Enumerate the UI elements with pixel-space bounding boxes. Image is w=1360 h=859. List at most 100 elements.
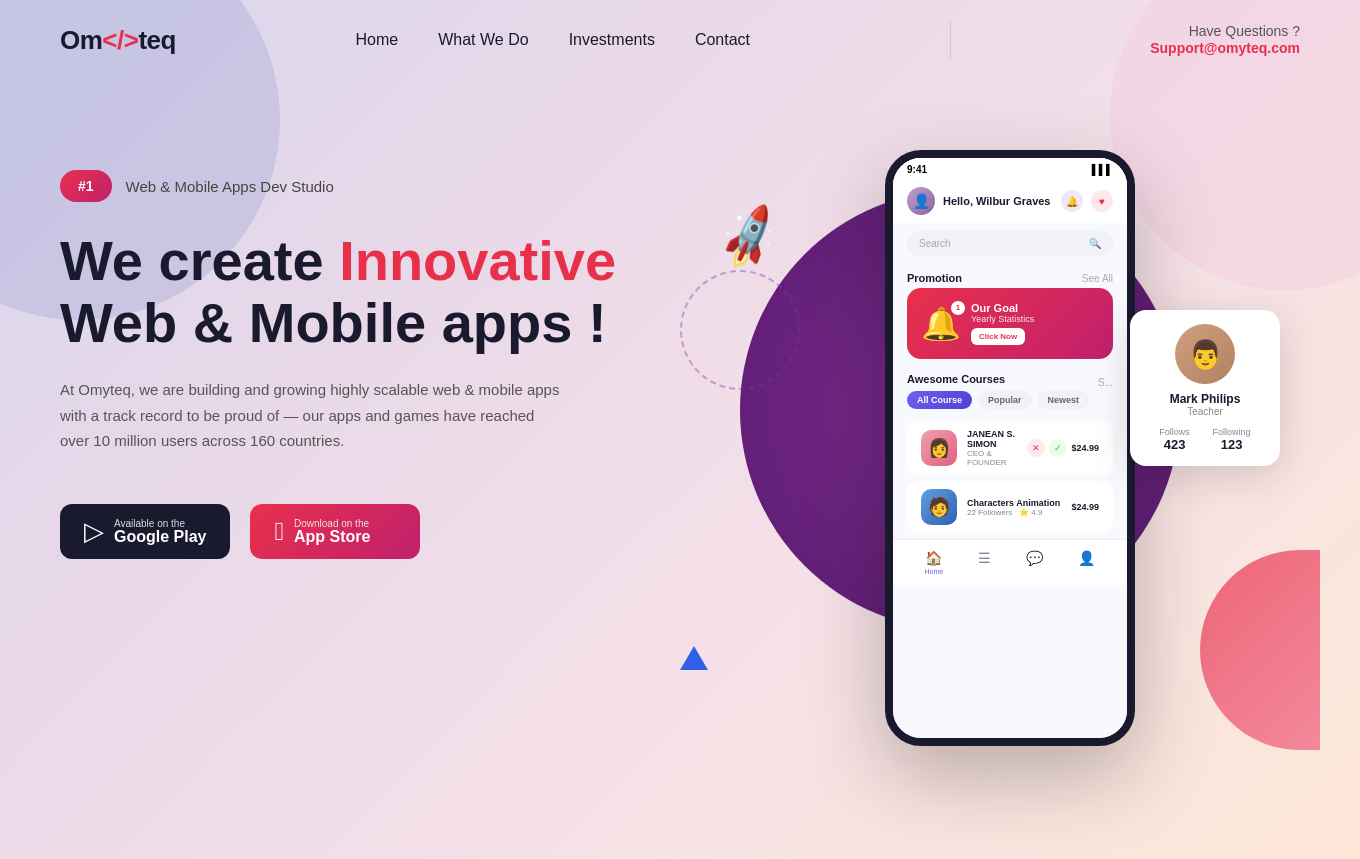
logo[interactable]: Om</>teq [60,25,176,56]
hero-left: #1 Web & Mobile Apps Dev Studio We creat… [60,110,620,559]
logo-brackets: </> [102,25,138,55]
app-store-label: Download on the App Store [294,518,370,545]
filter-popular[interactable]: Popular [978,391,1032,409]
phone-nav-home[interactable]: 🏠 Home [925,550,944,575]
course-price-2: $24.99 [1071,502,1099,512]
course-avatar-1: 👩 [921,430,957,466]
following-label: Following [1213,427,1251,437]
course-avatar-2: 🧑 [921,489,957,525]
phone-status-bar: 9:41 ▌▌▌ [893,158,1127,179]
search-icon: 🔍 [1089,238,1101,249]
phone-greeting-area: Hello, Wilbur Graves [943,195,1061,207]
see-all-link[interactable]: See All [1082,273,1113,284]
heart-icon: ♥ [1091,190,1113,212]
google-play-icon: ▷ [84,518,104,544]
awesome-courses-section: Awesome Courses S... All Course Popular … [893,369,1127,421]
promo-subtitle: Yearly Statistics [971,314,1034,324]
google-play-label: Available on the Google Play [114,518,206,545]
phone-screen: 9:41 ▌▌▌ 👤 Hello, Wilbur Graves 🔔 ♥ [893,158,1127,738]
awesome-courses-title: Awesome Courses [907,373,1005,385]
dashed-circle-decoration [680,270,800,390]
phone-chat-icon: 💬 [1026,550,1043,566]
phone-nav-chat[interactable]: 💬 [1026,550,1043,575]
google-play-label-big: Google Play [114,529,206,545]
filter-newest[interactable]: Newest [1038,391,1090,409]
apple-icon:  [274,518,284,544]
float-person-card: 👨 Mark Philips Teacher Follows 423 Follo… [1130,310,1280,466]
accept-button[interactable]: ✓ [1049,439,1067,457]
nav-what-we-do[interactable]: What We Do [438,31,528,48]
follows-stat: Follows 423 [1159,427,1190,452]
person-avatar: 👨 [1175,324,1235,384]
person-name: Mark Philips [1148,392,1262,406]
app-store-label-big: App Store [294,529,370,545]
phone-search-bar: Search 🔍 [907,231,1113,256]
phone-greeting-text: Hello, Wilbur Graves [943,195,1061,207]
reject-button[interactable]: ✕ [1027,439,1045,457]
notification-bell-icon: 🔔 [1061,190,1083,212]
title-before: We create [60,229,339,292]
phone-header: 👤 Hello, Wilbur Graves 🔔 ♥ [893,179,1127,223]
course-info-2: Characters Animation 22 Followers ⭐ 4.9 [967,498,1061,517]
course-sub-1: CEO & FOUNDER [967,449,1017,467]
course-name-1: JANEAN S. SIMON [967,429,1017,449]
phone-home-icon: 🏠 [925,550,942,566]
course-actions-1: ✕ ✓ $24.99 [1027,439,1099,457]
phone-home-label: Home [925,568,944,575]
filter-tabs: All Course Popular Newest [907,391,1113,409]
hero-badge: #1 Web & Mobile Apps Dev Studio [60,170,334,202]
nav-divider [950,20,951,60]
course-sub-2: 22 Followers ⭐ 4.9 [967,508,1061,517]
nav-contact[interactable]: Contact [695,31,750,48]
support-email-link[interactable]: Support@omyteq.com [1150,40,1300,56]
awesome-header: Awesome Courses S... [907,373,1113,391]
promo-bell-wrapper: 🔔 1 [921,305,961,343]
google-play-label-small: Available on the [114,518,206,529]
phone-header-icons: 🔔 ♥ [1061,190,1113,212]
course-name-2: Characters Animation [967,498,1061,508]
course-item-1: 👩 JANEAN S. SIMON CEO & FOUNDER ✕ ✓ $24.… [907,421,1113,475]
title-after: Web & Mobile apps ! [60,291,607,354]
nav-investments[interactable]: Investments [569,31,655,48]
nav-links: Home What We Do Investments Contact [356,31,751,49]
triangle-decoration [680,646,708,670]
following-value: 123 [1213,437,1251,452]
promo-badge-count: 1 [951,301,965,315]
hero-section: #1 Web & Mobile Apps Dev Studio We creat… [0,80,1360,840]
badge-subtitle: Web & Mobile Apps Dev Studio [126,178,334,195]
app-store-button[interactable]:  Download on the App Store [250,504,420,559]
phone-bottom-nav: 🏠 Home ☰ 💬 👤 [893,539,1127,585]
person-stats: Follows 423 Following 123 [1148,427,1262,452]
promotion-section-header: Promotion See All [893,264,1127,288]
promo-content: Our Goal Yearly Statistics Click Now [971,302,1034,345]
phone-time: 9:41 [907,164,927,175]
promo-click-now-button[interactable]: Click Now [971,328,1025,345]
google-play-button[interactable]: ▷ Available on the Google Play [60,504,230,559]
promo-title: Our Goal [971,302,1034,314]
phone-list-icon: ☰ [978,550,991,566]
app-store-label-small: Download on the [294,518,370,529]
hero-right: 🚀 9:41 ▌▌▌ 👤 Hello, Wilbur Grave [620,110,1300,830]
follows-value: 423 [1159,437,1190,452]
phone-nav-profile[interactable]: 👤 [1078,550,1095,575]
phone-body: 9:41 ▌▌▌ 👤 Hello, Wilbur Graves 🔔 ♥ [885,150,1135,746]
course-info-1: JANEAN S. SIMON CEO & FOUNDER [967,429,1017,467]
person-role: Teacher [1148,406,1262,417]
phone-signal: ▌▌▌ [1092,164,1113,175]
filter-all-courses[interactable]: All Course [907,391,972,409]
follows-label: Follows [1159,427,1190,437]
have-questions-text: Have Questions ? [1150,23,1300,39]
hero-title: We create Innovative Web & Mobile apps ! [60,230,620,353]
promo-card: 🔔 1 Our Goal Yearly Statistics Click Now [907,288,1113,359]
badge-pill: #1 [60,170,112,202]
phone-profile-icon: 👤 [1078,550,1095,566]
search-placeholder-text: Search [919,238,951,249]
nav-home[interactable]: Home [356,31,399,48]
course-price-1: $24.99 [1071,443,1099,453]
awesome-see-all[interactable]: S... [1098,377,1113,388]
hero-description: At Omyteq, we are building and growing h… [60,377,560,454]
phone-nav-list[interactable]: ☰ [978,550,991,575]
rocket-icon: 🚀 [712,201,788,274]
navbar: Om</>teq Home What We Do Investments Con… [0,0,1360,80]
following-stat: Following 123 [1213,427,1251,452]
